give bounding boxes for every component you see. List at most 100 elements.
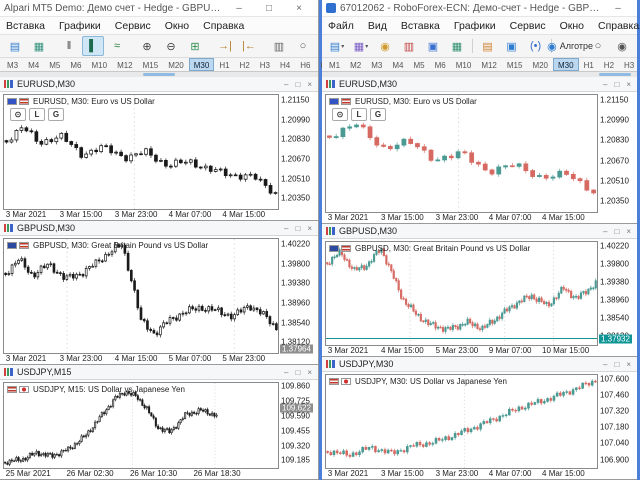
terminal-button[interactable]: ▣ [501,36,523,56]
timeframe-m15[interactable]: M15 [502,58,528,71]
algo-trading-button[interactable]: ◉ Алготре [547,36,593,56]
timeframe-m1[interactable]: M1 [324,58,345,71]
profiles-button[interactable]: ▦ ▾ [350,36,372,56]
menu-item[interactable]: Графики [454,20,496,32]
chart-close-button[interactable]: × [307,368,312,377]
menu-item[interactable]: Вставка [6,20,45,32]
new-chart-button[interactable]: ▤ [4,36,26,56]
chart-minimize-button[interactable]: – [603,227,607,236]
timeframe-m10[interactable]: M10 [87,58,113,71]
titlebar[interactable]: 67012062 - RoboForex-ECN: Демо-счет - He… [322,0,637,17]
timeframe-m20[interactable]: M20 [527,58,553,71]
line-chart-button[interactable]: ≈ [106,36,128,56]
timeframe-h1[interactable]: H1 [579,58,599,71]
close-button[interactable]: × [284,1,314,16]
chart-window-titlebar[interactable]: GBPUSD,M30 – □ × [0,221,318,236]
new-chart-button[interactable]: ▦ [446,36,468,56]
search-button[interactable]: ○ [587,36,609,56]
menu-item[interactable]: Окно [560,20,584,32]
g-button[interactable]: G [370,108,386,121]
timeframe-h3[interactable]: H3 [619,58,639,71]
chart-plot[interactable]: USDJPY, M30: US Dollar vs Japanese Yen [325,374,598,469]
new-order-button[interactable]: ▤ ▾ [326,36,348,56]
chart-maximize-button[interactable]: □ [614,360,619,369]
chart-maximize-button[interactable]: □ [614,80,619,89]
menu-item[interactable]: Файл [328,20,354,32]
chart-maximize-button[interactable]: □ [295,368,300,377]
chart-minimize-button[interactable]: – [603,360,607,369]
scroll-thumb[interactable] [143,73,175,76]
timeframe-m6[interactable]: M6 [65,58,86,71]
search-button[interactable]: ○ [292,36,314,56]
timeframe-h3[interactable]: H3 [255,58,275,71]
timeframe-h4[interactable]: H4 [275,58,295,71]
chart-minimize-button[interactable]: – [284,368,288,377]
g-button[interactable]: G [48,108,64,121]
chart-minimize-button[interactable]: – [284,224,288,233]
chart-close-button[interactable]: × [626,80,631,89]
zoom-in-button[interactable]: ⊕ [136,36,158,56]
menu-item[interactable]: Вставка [401,20,440,32]
tick-chart-button[interactable]: ▦ [28,36,50,56]
bars-chart-button[interactable]: ‖ [58,36,80,56]
timeframe-h1[interactable]: H1 [214,58,234,71]
chart-close-button[interactable]: × [307,80,312,89]
timeframe-h2[interactable]: H2 [235,58,255,71]
minimize-button[interactable]: – [603,1,633,16]
chart-close-button[interactable]: × [307,224,312,233]
chart-window-titlebar[interactable]: GBPUSD,M30 – □ × [322,224,637,239]
chart-minimize-button[interactable]: – [603,80,607,89]
minimize-button[interactable]: – [224,1,254,16]
clock-icon[interactable]: ⊙ [10,108,26,121]
candles-chart-button[interactable]: ▌ [82,36,104,56]
timeframe-m6[interactable]: M6 [430,58,451,71]
tile-windows-button[interactable]: ⊞ [184,36,206,56]
chart-plot[interactable]: USDJPY, M15: US Dollar vs Japanese Yen [3,382,279,469]
menu-item[interactable]: Справка [203,20,244,32]
timeframe-m5[interactable]: M5 [409,58,430,71]
chart-window-titlebar[interactable]: USDJPY,M15 – □ × [0,365,318,380]
l-button[interactable]: L [29,108,45,121]
timeframe-m10[interactable]: M10 [451,58,477,71]
mdi-scrollbar[interactable] [322,72,637,77]
menu-item[interactable]: Сервис [115,20,151,32]
titlebar[interactable]: Alpari MT5 Demo: Демо счет - Hedge - GBP… [0,0,318,17]
zoom-out-button[interactable]: ⊖ [160,36,182,56]
chart-maximize-button[interactable]: □ [295,80,300,89]
timeframe-m4[interactable]: M4 [23,58,44,71]
data-window-button[interactable]: ▣ [422,36,444,56]
timeframe-h2[interactable]: H2 [599,58,619,71]
clock-icon[interactable]: ⊙ [332,108,348,121]
timeframe-m3[interactable]: M3 [2,58,23,71]
auto-scroll-button[interactable]: |← [238,36,260,56]
chart-plot[interactable]: EURUSD, M30: Euro vs US Dollar ⊙ L G [325,94,598,213]
market-watch-button[interactable]: ▥ [398,36,420,56]
timeframe-m20[interactable]: M20 [163,58,189,71]
maximize-button[interactable]: □ [254,1,284,16]
timeframe-m5[interactable]: M5 [44,58,65,71]
timeframe-m12[interactable]: M12 [112,58,138,71]
signals-button[interactable]: (•) [525,36,547,56]
l-button[interactable]: L [351,108,367,121]
timeframe-m12[interactable]: M12 [476,58,502,71]
docs-button[interactable]: ▤ [477,36,499,56]
timeframe-m30[interactable]: M30 [188,58,215,71]
chart-close-button[interactable]: × [626,227,631,236]
timeframe-m3[interactable]: M3 [366,58,387,71]
timeframe-m4[interactable]: M4 [387,58,408,71]
scroll-thumb[interactable] [599,73,631,76]
chart-maximize-button[interactable]: □ [295,224,300,233]
chart-plot[interactable]: EURUSD, M30: Euro vs US Dollar ⊙ L G [3,94,279,210]
chart-properties-button[interactable]: ▥ [268,36,290,56]
menu-item[interactable]: Окно [165,20,189,32]
chart-maximize-button[interactable]: □ [614,227,619,236]
chart-plot[interactable]: GBPUSD, M30: Great Britain Pound vs US D… [3,238,279,354]
chart-window-titlebar[interactable]: EURUSD,M30 – □ × [0,77,318,92]
help-button[interactable]: ◉ [611,36,633,56]
deposit-button[interactable]: ◉ [374,36,396,56]
menu-item[interactable]: Вид [368,20,387,32]
chart-minimize-button[interactable]: – [284,80,288,89]
chart-window-titlebar[interactable]: USDJPY,M30 – □ × [322,357,637,372]
chart-window-titlebar[interactable]: EURUSD,M30 – □ × [322,77,637,92]
chart-plot[interactable]: GBPUSD, M30: Great Britain Pound vs US D… [325,241,598,346]
